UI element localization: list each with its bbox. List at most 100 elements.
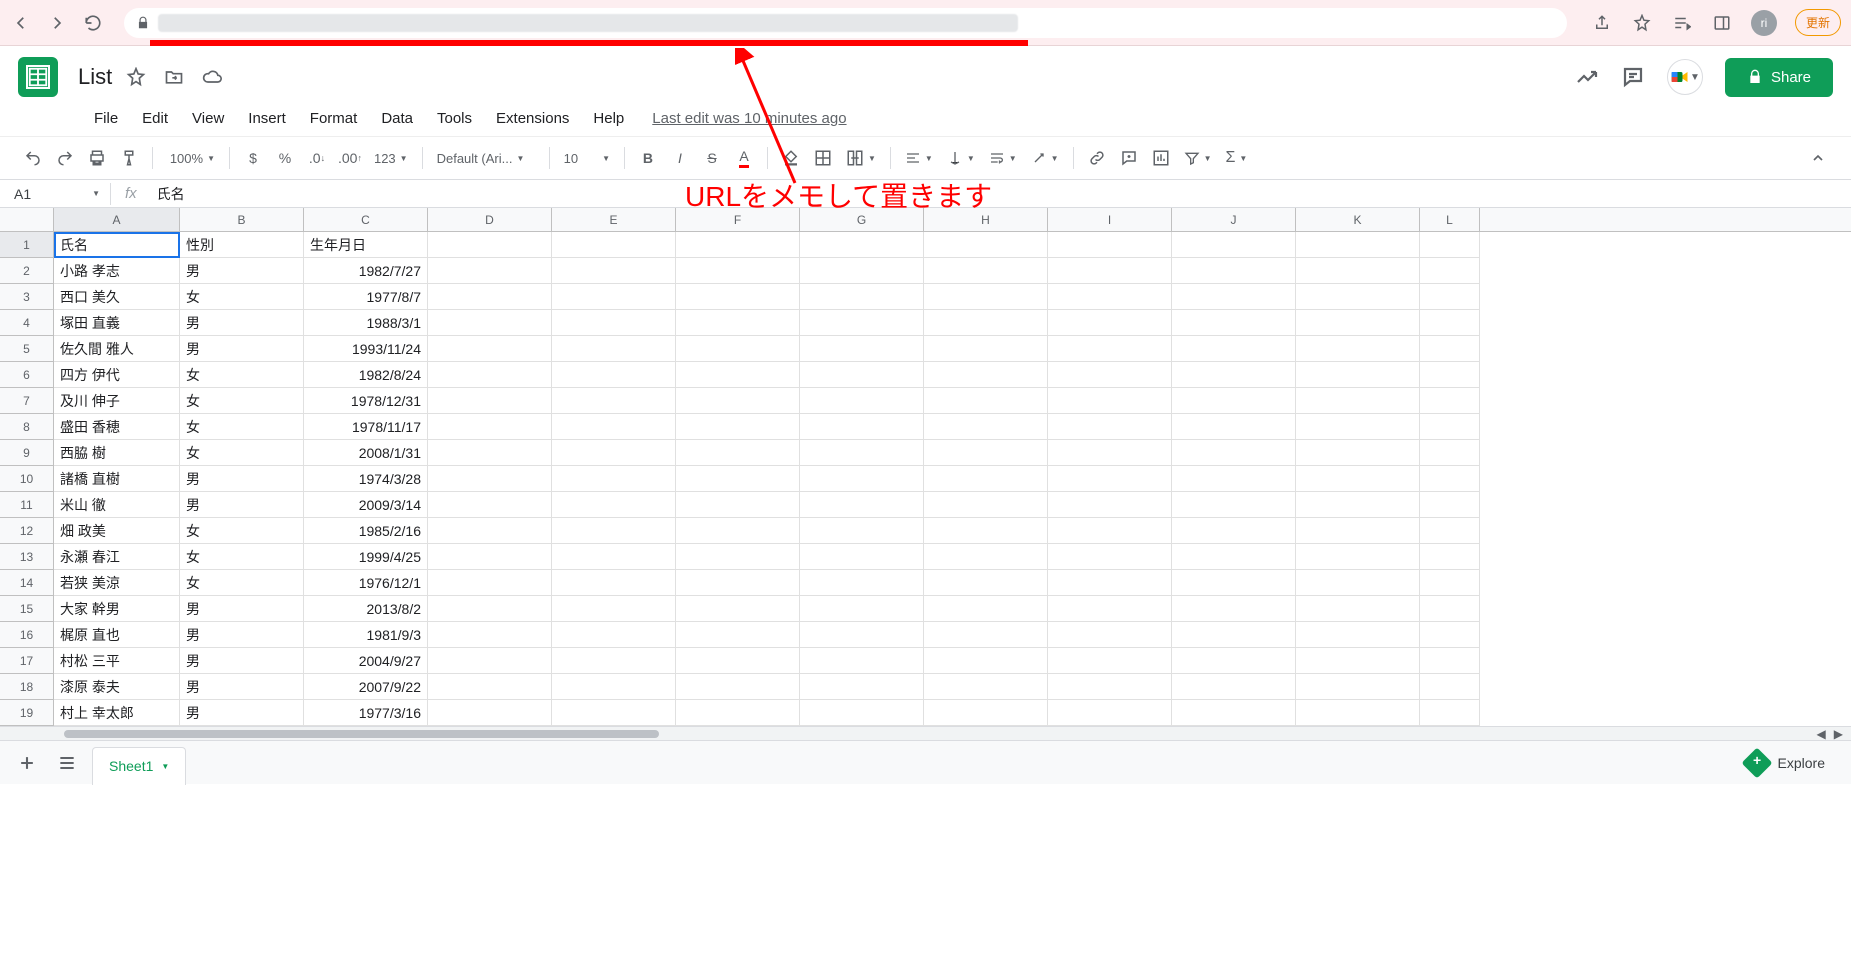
cell-B13[interactable]: 女 [180, 544, 304, 570]
cell-E9[interactable] [552, 440, 676, 466]
cell-E10[interactable] [552, 466, 676, 492]
playlist-icon[interactable] [1671, 12, 1693, 34]
row-header[interactable]: 12 [0, 518, 54, 544]
cell-J2[interactable] [1172, 258, 1296, 284]
cell-L1[interactable] [1420, 232, 1480, 258]
cell-B9[interactable]: 女 [180, 440, 304, 466]
row-header[interactable]: 15 [0, 596, 54, 622]
cell-J4[interactable] [1172, 310, 1296, 336]
cell-I13[interactable] [1048, 544, 1172, 570]
cell-A16[interactable]: 梶原 直也 [54, 622, 180, 648]
cell-L9[interactable] [1420, 440, 1480, 466]
cell-I2[interactable] [1048, 258, 1172, 284]
cell-E6[interactable] [552, 362, 676, 388]
column-header-E[interactable]: E [552, 208, 676, 231]
cell-A12[interactable]: 畑 政美 [54, 518, 180, 544]
cell-A1[interactable]: 氏名 [54, 232, 180, 258]
row-header[interactable]: 2 [0, 258, 54, 284]
row-header[interactable]: 11 [0, 492, 54, 518]
row-header[interactable]: 8 [0, 414, 54, 440]
cell-C17[interactable]: 2004/9/27 [304, 648, 428, 674]
cell-E7[interactable] [552, 388, 676, 414]
cell-K19[interactable] [1296, 700, 1420, 726]
bold-button[interactable]: B [633, 143, 663, 173]
cell-J7[interactable] [1172, 388, 1296, 414]
column-header-L[interactable]: L [1420, 208, 1480, 231]
fill-color-button[interactable] [776, 143, 806, 173]
cell-J19[interactable] [1172, 700, 1296, 726]
cell-L7[interactable] [1420, 388, 1480, 414]
cell-H3[interactable] [924, 284, 1048, 310]
cell-A3[interactable]: 西口 美久 [54, 284, 180, 310]
cell-G4[interactable] [800, 310, 924, 336]
cell-C9[interactable]: 2008/1/31 [304, 440, 428, 466]
cell-L18[interactable] [1420, 674, 1480, 700]
functions-dropdown[interactable]: Σ▼ [1220, 149, 1254, 167]
italic-button[interactable]: I [665, 143, 695, 173]
cell-B12[interactable]: 女 [180, 518, 304, 544]
cell-G12[interactable] [800, 518, 924, 544]
row-header[interactable]: 4 [0, 310, 54, 336]
cell-G5[interactable] [800, 336, 924, 362]
meet-icon[interactable]: ▼ [1667, 59, 1703, 95]
cell-C16[interactable]: 1981/9/3 [304, 622, 428, 648]
row-header[interactable]: 10 [0, 466, 54, 492]
cell-I16[interactable] [1048, 622, 1172, 648]
cell-A5[interactable]: 佐久間 雅人 [54, 336, 180, 362]
cell-I12[interactable] [1048, 518, 1172, 544]
cell-F7[interactable] [676, 388, 800, 414]
merge-cells-dropdown[interactable]: ▼ [840, 149, 882, 167]
cell-A19[interactable]: 村上 幸太郎 [54, 700, 180, 726]
cell-A15[interactable]: 大家 幹男 [54, 596, 180, 622]
cell-C11[interactable]: 2009/3/14 [304, 492, 428, 518]
cell-G13[interactable] [800, 544, 924, 570]
cell-G17[interactable] [800, 648, 924, 674]
row-header[interactable]: 13 [0, 544, 54, 570]
text-wrap-dropdown[interactable]: ▼ [983, 150, 1023, 166]
cell-E4[interactable] [552, 310, 676, 336]
cell-A2[interactable]: 小路 孝志 [54, 258, 180, 284]
insert-chart-icon[interactable] [1146, 143, 1176, 173]
filter-dropdown[interactable]: ▼ [1178, 150, 1218, 166]
document-title[interactable]: List [78, 64, 112, 90]
bookmark-star-icon[interactable] [1631, 12, 1653, 34]
cell-B10[interactable]: 男 [180, 466, 304, 492]
cell-D8[interactable] [428, 414, 552, 440]
cell-G18[interactable] [800, 674, 924, 700]
zoom-dropdown[interactable]: 100%▼ [161, 151, 221, 166]
activity-trend-icon[interactable] [1575, 65, 1599, 89]
cell-I9[interactable] [1048, 440, 1172, 466]
cell-E17[interactable] [552, 648, 676, 674]
cell-L10[interactable] [1420, 466, 1480, 492]
cell-D1[interactable] [428, 232, 552, 258]
font-family-dropdown[interactable]: Default (Ari...▼ [431, 151, 541, 166]
cell-H4[interactable] [924, 310, 1048, 336]
profile-avatar[interactable]: ri [1751, 10, 1777, 36]
row-header[interactable]: 19 [0, 700, 54, 726]
cell-K13[interactable] [1296, 544, 1420, 570]
cell-J13[interactable] [1172, 544, 1296, 570]
cell-G3[interactable] [800, 284, 924, 310]
cell-D11[interactable] [428, 492, 552, 518]
cell-B5[interactable]: 男 [180, 336, 304, 362]
cell-K17[interactable] [1296, 648, 1420, 674]
cell-C10[interactable]: 1974/3/28 [304, 466, 428, 492]
column-header-A[interactable]: A [54, 208, 180, 231]
cell-I8[interactable] [1048, 414, 1172, 440]
strikethrough-button[interactable]: S [697, 143, 727, 173]
cell-F15[interactable] [676, 596, 800, 622]
scroll-right-icon[interactable]: ▶ [1834, 727, 1843, 741]
cell-L15[interactable] [1420, 596, 1480, 622]
cell-G8[interactable] [800, 414, 924, 440]
cell-A11[interactable]: 米山 徹 [54, 492, 180, 518]
cell-C8[interactable]: 1978/11/17 [304, 414, 428, 440]
cell-K4[interactable] [1296, 310, 1420, 336]
all-sheets-icon[interactable] [52, 748, 82, 778]
cell-D9[interactable] [428, 440, 552, 466]
cell-A7[interactable]: 及川 伸子 [54, 388, 180, 414]
cell-D19[interactable] [428, 700, 552, 726]
cell-H17[interactable] [924, 648, 1048, 674]
decrease-decimal-button[interactable]: .0↓ [302, 143, 332, 173]
insert-link-icon[interactable] [1082, 143, 1112, 173]
back-icon[interactable] [10, 12, 32, 34]
